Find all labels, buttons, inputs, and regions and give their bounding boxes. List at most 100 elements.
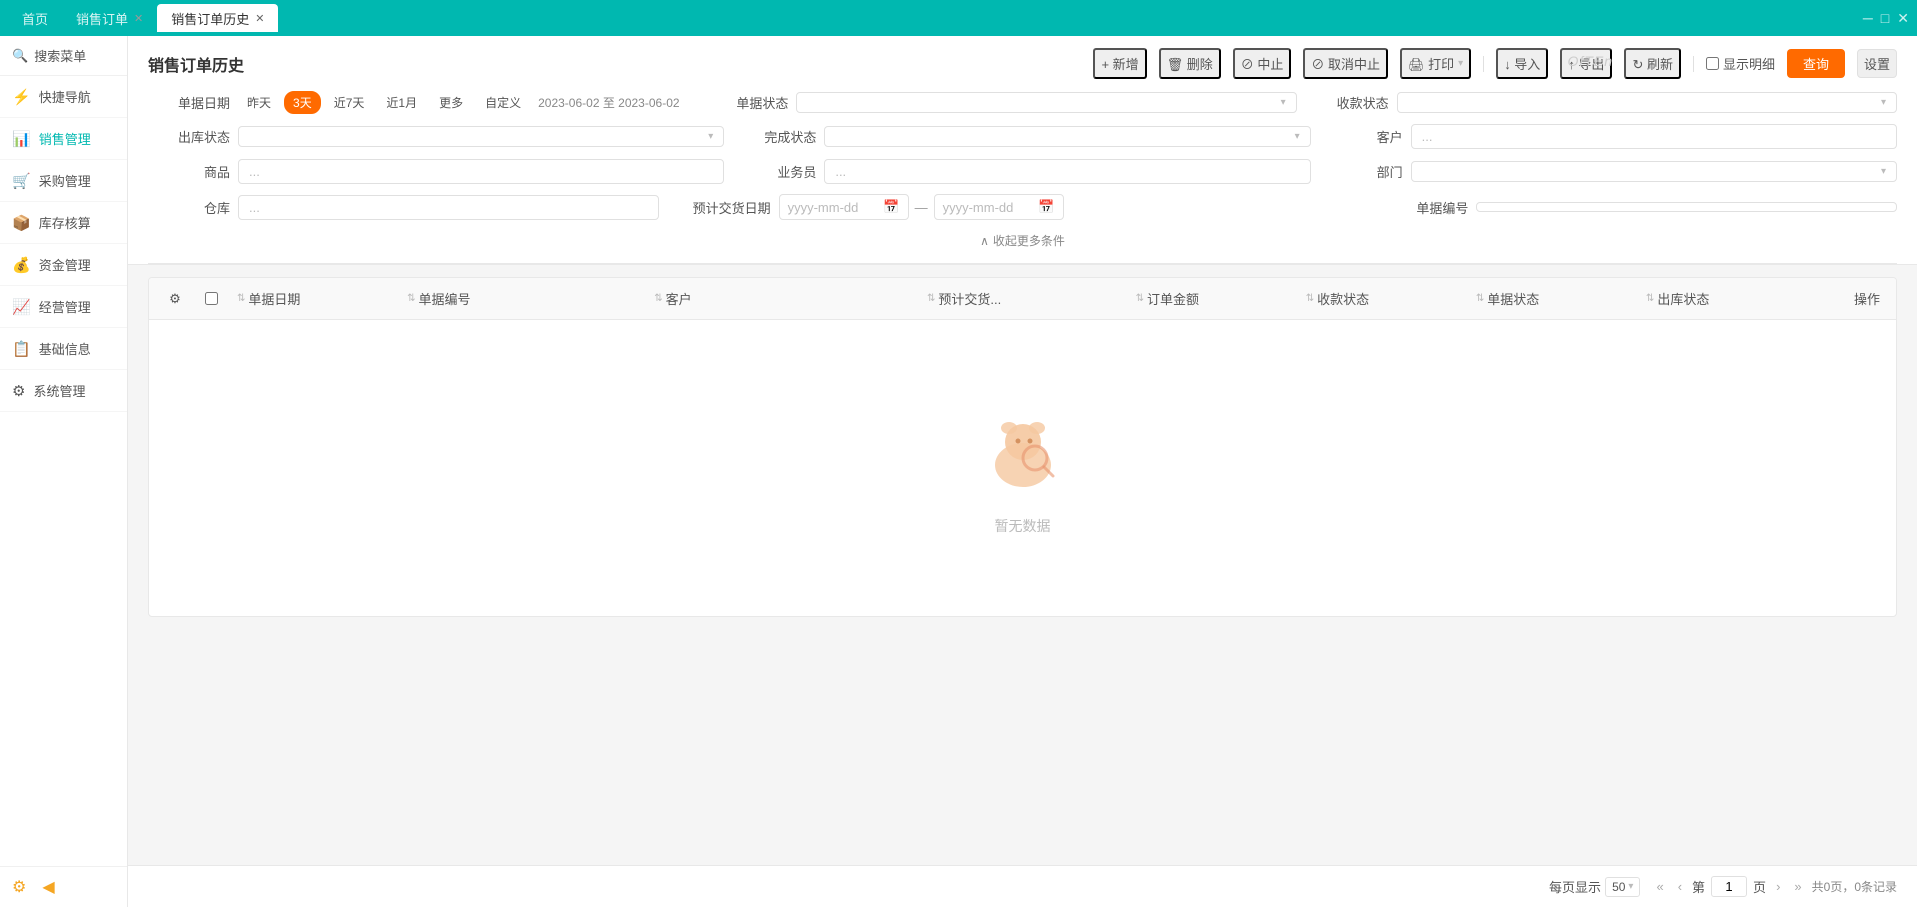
date-btn-3days[interactable]: 3天: [284, 91, 321, 114]
goods-input[interactable]: ...: [238, 159, 724, 184]
settings-button[interactable]: 设置: [1857, 49, 1897, 78]
page-title: 销售订单历史: [148, 52, 244, 76]
print-label: 🖨 打印: [1408, 54, 1454, 73]
table-container: ⚙ ⇅ 单据日期 ⇅ 单据编号 ⇅ 客户: [148, 277, 1897, 617]
complete-status-select[interactable]: ▾: [824, 126, 1310, 147]
th-customer[interactable]: ⇅ 客户: [646, 289, 919, 308]
th-amount-sort-icon: ⇅: [1136, 293, 1144, 304]
doc-status-label: 单据状态: [716, 93, 796, 112]
tab-sales-order-close[interactable]: ✕: [134, 12, 143, 25]
payment-status-select[interactable]: ▾: [1397, 92, 1897, 113]
page-number-input[interactable]: [1711, 876, 1747, 897]
query-button[interactable]: 查询: [1787, 49, 1845, 78]
date-btn-7days[interactable]: 近7天: [325, 91, 374, 114]
refresh-button[interactable]: ↻ 刷新: [1624, 48, 1681, 79]
sales-mgmt-icon: 📊: [12, 130, 31, 148]
th-doc-no-label: 单据编号: [418, 289, 470, 308]
th-status-label: 单据状态: [1487, 289, 1539, 308]
doc-date-label: 单据日期: [148, 93, 238, 112]
finance-icon: 💰: [12, 256, 31, 274]
page-first-btn[interactable]: «: [1652, 877, 1667, 896]
warehouse-status-select[interactable]: ▾: [238, 126, 724, 147]
sidebar-item-system[interactable]: ⚙ 系统管理: [0, 370, 127, 412]
page-size-caret: ▾: [1628, 881, 1633, 892]
th-order-amount[interactable]: ⇅ 订单金额: [1128, 289, 1298, 308]
page-next-btn[interactable]: ›: [1772, 877, 1784, 896]
warehouse-input[interactable]: ...: [238, 195, 659, 220]
sidebar-item-quick-nav[interactable]: ⚡ 快捷导航: [0, 76, 127, 118]
import-button[interactable]: ↓ 导入: [1496, 48, 1548, 79]
display-detail-checkbox[interactable]: [1706, 57, 1719, 70]
page-total-info: 共0页，0条记录: [1812, 878, 1897, 895]
system-icon: ⚙: [12, 382, 25, 400]
export-button[interactable]: ↑ 导出: [1560, 48, 1612, 79]
print-button[interactable]: 🖨 打印 ▾: [1400, 48, 1471, 79]
sidebar-item-basic-info[interactable]: 📋 基础信息: [0, 328, 127, 370]
sidebar-item-finance[interactable]: 💰 资金管理: [0, 244, 127, 286]
settings-gear-icon[interactable]: ⚙: [169, 291, 181, 307]
date-range-text: 2023-06-02 至 2023-06-02: [538, 94, 679, 111]
display-detail-toggle[interactable]: 显示明细: [1706, 54, 1775, 73]
th-doc-no[interactable]: ⇅ 单据编号: [399, 289, 646, 308]
department-select[interactable]: ▾: [1411, 161, 1897, 182]
new-button[interactable]: + 新增: [1093, 48, 1146, 79]
th-payment-sort-icon: ⇅: [1306, 293, 1314, 304]
tab-home[interactable]: 首页: [8, 4, 62, 32]
delete-button[interactable]: 🗑 删除: [1159, 48, 1221, 79]
suspend-button[interactable]: ⊘ 中止: [1233, 48, 1292, 79]
sidebar-item-inventory[interactable]: 📦 库存核算: [0, 202, 127, 244]
tab-sales-order-history[interactable]: 销售订单历史 ✕: [157, 4, 278, 32]
date-btn-more[interactable]: 更多: [430, 91, 472, 114]
cancel-suspend-button[interactable]: ⊘ 取消中止: [1303, 48, 1388, 79]
th-warehouse-status[interactable]: ⇅ 出库状态: [1638, 289, 1808, 308]
win-close-btn[interactable]: ✕: [1897, 10, 1909, 27]
page-last-btn[interactable]: »: [1790, 877, 1805, 896]
th-settings[interactable]: ⚙: [157, 291, 193, 307]
th-warehouse-label: 出库状态: [1657, 289, 1709, 308]
page-size-select: 每页显示 50 ▾: [1549, 877, 1640, 897]
page-prev-btn[interactable]: ‹: [1674, 877, 1686, 896]
collapse-btn[interactable]: ∧ 收起更多条件: [980, 232, 1065, 249]
th-payment-status[interactable]: ⇅ 收款状态: [1298, 289, 1468, 308]
date-start-placeholder: yyyy-mm-dd: [788, 200, 859, 215]
win-minimize-btn[interactable]: ─: [1863, 10, 1873, 26]
sidebar-item-sales-mgmt[interactable]: 📊 销售管理: [0, 118, 127, 160]
date-btn-yesterday[interactable]: 昨天: [238, 91, 280, 114]
sidebar-collapse-icon[interactable]: ◀: [42, 877, 54, 897]
operations-icon: 📈: [12, 298, 31, 316]
date-btn-custom[interactable]: 自定义: [476, 91, 530, 114]
collapse-label: 收起更多条件: [993, 232, 1065, 249]
tab-sales-order[interactable]: 销售订单 ✕: [62, 4, 157, 32]
date-btn-month[interactable]: 近1月: [377, 91, 426, 114]
filter-area: 单据日期 昨天 3天 近7天 近1月 更多 自定义 2023-06-02 至 2…: [148, 91, 1897, 264]
th-checkbox[interactable]: [193, 292, 229, 305]
customer-input[interactable]: ...: [1411, 124, 1897, 149]
toolbar: + 新增 🗑 删除 ⊘ 中止 ⊘ 取消中止 🖨 打印 ▾ ↓ 导入 ↑ 导出 ↻…: [1093, 48, 1897, 79]
calendar-end-icon[interactable]: 📅: [1038, 199, 1054, 215]
select-all-checkbox[interactable]: [205, 292, 218, 305]
win-maximize-btn[interactable]: □: [1881, 10, 1889, 26]
complete-status-caret: ▾: [1295, 131, 1300, 142]
warehouse-label: 仓库: [148, 198, 238, 217]
pagination: « ‹ 第 页 › » 共0页，0条记录: [1652, 876, 1897, 897]
sidebar-item-operations[interactable]: 📈 经营管理: [0, 286, 127, 328]
doc-status-select[interactable]: ▾: [796, 92, 1296, 113]
doc-no-input[interactable]: [1476, 202, 1897, 212]
page-size-dropdown[interactable]: 50 ▾: [1605, 877, 1640, 897]
calendar-start-icon[interactable]: 📅: [883, 199, 899, 215]
sidebar-settings-icon[interactable]: ⚙: [12, 877, 26, 897]
expected-date-end[interactable]: yyyy-mm-dd 📅: [934, 194, 1064, 220]
tab-bar-controls: ─ □ ✕: [1863, 10, 1909, 27]
sidebar-item-purchase-mgmt[interactable]: 🛒 采购管理: [0, 160, 127, 202]
th-doc-status[interactable]: ⇅ 单据状态: [1468, 289, 1638, 308]
purchase-mgmt-icon: 🛒: [12, 172, 31, 190]
th-doc-date-label: 单据日期: [248, 289, 300, 308]
th-expected-delivery[interactable]: ⇅ 预计交货...: [919, 289, 1128, 308]
display-detail-label: 显示明细: [1723, 54, 1775, 73]
sidebar-search[interactable]: 🔍 搜索菜单: [0, 36, 127, 76]
th-doc-date[interactable]: ⇅ 单据日期: [229, 289, 399, 308]
expected-date-start[interactable]: yyyy-mm-dd 📅: [779, 194, 909, 220]
salesperson-input[interactable]: ...: [824, 159, 1310, 184]
customer-placeholder: ...: [1422, 129, 1433, 144]
tab-sales-order-history-close[interactable]: ✕: [255, 12, 264, 25]
